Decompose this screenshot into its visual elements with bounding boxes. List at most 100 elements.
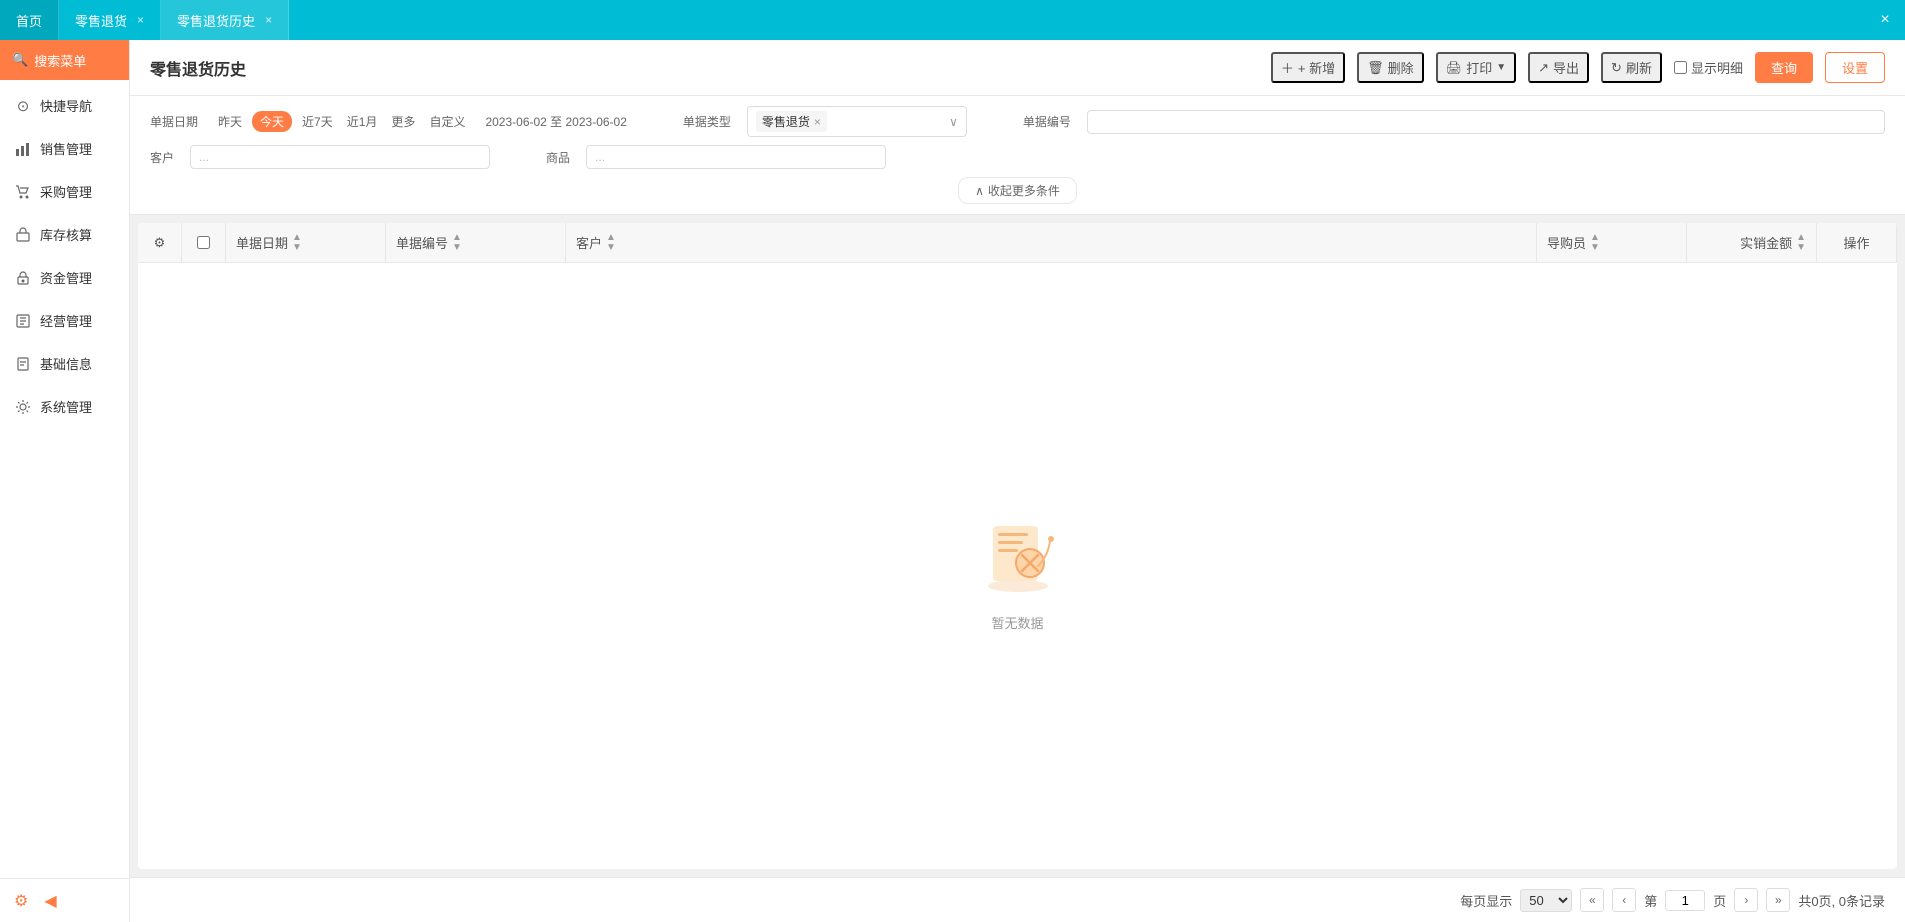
date-opt-7days[interactable]: 近7天	[298, 111, 337, 132]
tab-home[interactable]: 首页	[0, 0, 59, 40]
refresh-button[interactable]: ↻ 刷新	[1601, 52, 1662, 83]
sidebar-item-inventory-label: 库存核算	[40, 225, 92, 244]
sidebar-item-operations[interactable]: 经营管理	[0, 299, 129, 342]
current-page-input[interactable]	[1665, 890, 1705, 911]
date-opt-1month[interactable]: 近1月	[343, 111, 382, 132]
content-area: 零售退货历史 ＋ + 新增 🗑 删除 🖨 打印 ▼ ↗ 导出	[130, 40, 1905, 922]
settings-bottom-icon[interactable]: ⚙	[14, 891, 28, 911]
new-button[interactable]: ＋ + 新增	[1271, 52, 1345, 83]
th-bill-no-label: 单据编号	[396, 233, 448, 252]
pagination-bar: 每页显示 50 10 20 100 « ‹ 第 页 › » 共0页, 0条记录	[130, 877, 1905, 922]
new-icon: ＋	[1281, 58, 1294, 77]
sales-mgmt-icon	[14, 140, 32, 158]
delete-label: 删除	[1388, 58, 1414, 77]
setting-button[interactable]: 设置	[1825, 52, 1885, 83]
sidebar-item-quick-nav-label: 快捷导航	[40, 96, 92, 115]
date-opt-custom[interactable]: 自定义	[425, 111, 469, 132]
export-button[interactable]: ↗ 导出	[1528, 52, 1589, 83]
tab-retail-return-label: 零售退货	[75, 11, 127, 30]
refresh-label: 刷新	[1626, 58, 1652, 77]
bill-date-sort-icon: ▲▼	[292, 233, 302, 253]
collapse-button[interactable]: ∧ 收起更多条件	[958, 177, 1077, 204]
header-actions: ＋ + 新增 🗑 删除 🖨 打印 ▼ ↗ 导出 ↻	[1271, 52, 1885, 83]
date-opt-yesterday[interactable]: 昨天	[214, 111, 246, 132]
guide-sort-icon: ▲▼	[1590, 233, 1600, 253]
sidebar-item-system[interactable]: 系统管理	[0, 385, 129, 428]
new-label: + 新增	[1298, 58, 1335, 77]
sidebar-item-inventory[interactable]: 库存核算	[0, 213, 129, 256]
select-all-checkbox[interactable]	[197, 236, 210, 249]
sidebar-item-purchase-mgmt-label: 采购管理	[40, 182, 92, 201]
bill-type-tag-close[interactable]: ×	[814, 115, 821, 129]
window-close-button[interactable]: ×	[1865, 0, 1905, 40]
export-label: 导出	[1553, 58, 1579, 77]
sidebar-item-quick-nav[interactable]: ⊙ 快捷导航	[0, 84, 129, 127]
date-opt-today[interactable]: 今天	[252, 111, 292, 132]
prev-page-button[interactable]: ‹	[1612, 888, 1636, 912]
tab-retail-return-history-close[interactable]: ×	[265, 13, 272, 27]
customer-placeholder: ...	[199, 150, 209, 164]
sidebar-item-system-label: 系统管理	[40, 397, 92, 416]
bill-no-input[interactable]	[1087, 110, 1885, 134]
th-customer-label: 客户	[576, 233, 602, 252]
go-label: 第	[1644, 891, 1657, 910]
query-button[interactable]: 查询	[1755, 52, 1813, 83]
date-opt-more[interactable]: 更多	[387, 111, 419, 132]
filter-row-2: 客户 ... 商品 ...	[150, 145, 1885, 169]
tab-list: 首页 零售退货 × 零售退货历史 ×	[0, 0, 1865, 40]
sidebar-item-finance[interactable]: 资金管理	[0, 256, 129, 299]
last-page-button[interactable]: »	[1766, 888, 1790, 912]
delete-button[interactable]: 🗑 删除	[1357, 52, 1424, 83]
tab-retail-return-history[interactable]: 零售退货历史 ×	[161, 0, 289, 40]
empty-illustration	[968, 501, 1068, 601]
th-checkbox[interactable]	[182, 223, 226, 262]
th-ops: 操作	[1817, 223, 1897, 262]
th-amount-label: 实销金额	[1740, 233, 1792, 252]
search-icon: 🔍	[12, 52, 28, 68]
collapse-btn-label: 收起更多条件	[988, 182, 1060, 199]
quick-nav-icon: ⊙	[14, 97, 32, 115]
th-guide-label: 导购员	[1547, 233, 1586, 252]
show-detail-input[interactable]	[1674, 61, 1687, 74]
th-bill-no[interactable]: 单据编号 ▲▼	[386, 223, 566, 262]
print-chevron-icon: ▼	[1496, 62, 1506, 73]
sidebar-search[interactable]: 🔍 搜索菜单	[0, 40, 129, 80]
goods-select[interactable]: ...	[586, 145, 886, 169]
th-bill-date-label: 单据日期	[236, 233, 288, 252]
bill-type-select[interactable]: 零售退货 × ∨	[747, 106, 967, 137]
page-size-select[interactable]: 50 10 20 100	[1520, 889, 1572, 912]
sidebar-item-purchase-mgmt[interactable]: 采购管理	[0, 170, 129, 213]
tab-retail-return-history-label: 零售退货历史	[177, 11, 255, 30]
settings-icon: ⚙	[154, 235, 166, 251]
collapse-sidebar-icon[interactable]: ◀	[44, 891, 56, 911]
th-ops-label: 操作	[1843, 233, 1869, 252]
sidebar-item-sales-mgmt[interactable]: 销售管理	[0, 127, 129, 170]
print-label: 打印	[1466, 58, 1492, 77]
tab-retail-return-close[interactable]: ×	[137, 13, 144, 27]
export-icon: ↗	[1538, 60, 1549, 76]
goods-placeholder: ...	[595, 150, 605, 164]
customer-select[interactable]: ...	[190, 145, 490, 169]
customer-label: 客户	[150, 149, 174, 166]
tab-retail-return[interactable]: 零售退货 ×	[59, 0, 161, 40]
next-page-button[interactable]: ›	[1734, 888, 1758, 912]
bill-type-tag: 零售退货 ×	[756, 111, 827, 132]
show-detail-checkbox[interactable]: 显示明细	[1674, 58, 1743, 77]
basic-info-icon	[14, 355, 32, 373]
sidebar-search-label: 搜索菜单	[34, 51, 86, 70]
empty-state: 暂无数据	[138, 263, 1897, 869]
th-amount[interactable]: 实销金额 ▲▼	[1687, 223, 1817, 262]
filter-area: 单据日期 昨天 今天 近7天 近1月 更多 自定义 2023-06-02 至 2…	[130, 96, 1905, 215]
print-button[interactable]: 🖨 打印 ▼	[1436, 52, 1516, 83]
print-icon: 🖨	[1446, 60, 1463, 76]
th-settings[interactable]: ⚙	[138, 223, 182, 262]
first-page-button[interactable]: «	[1580, 888, 1604, 912]
collapse-up-icon: ∧	[975, 184, 984, 198]
th-customer[interactable]: 客户 ▲▼	[566, 223, 1537, 262]
sidebar-item-basic-info-label: 基础信息	[40, 354, 92, 373]
customer-sort-icon: ▲▼	[606, 233, 616, 253]
inventory-icon	[14, 226, 32, 244]
th-guide[interactable]: 导购员 ▲▼	[1537, 223, 1687, 262]
th-bill-date[interactable]: 单据日期 ▲▼	[226, 223, 386, 262]
sidebar-item-basic-info[interactable]: 基础信息	[0, 342, 129, 385]
